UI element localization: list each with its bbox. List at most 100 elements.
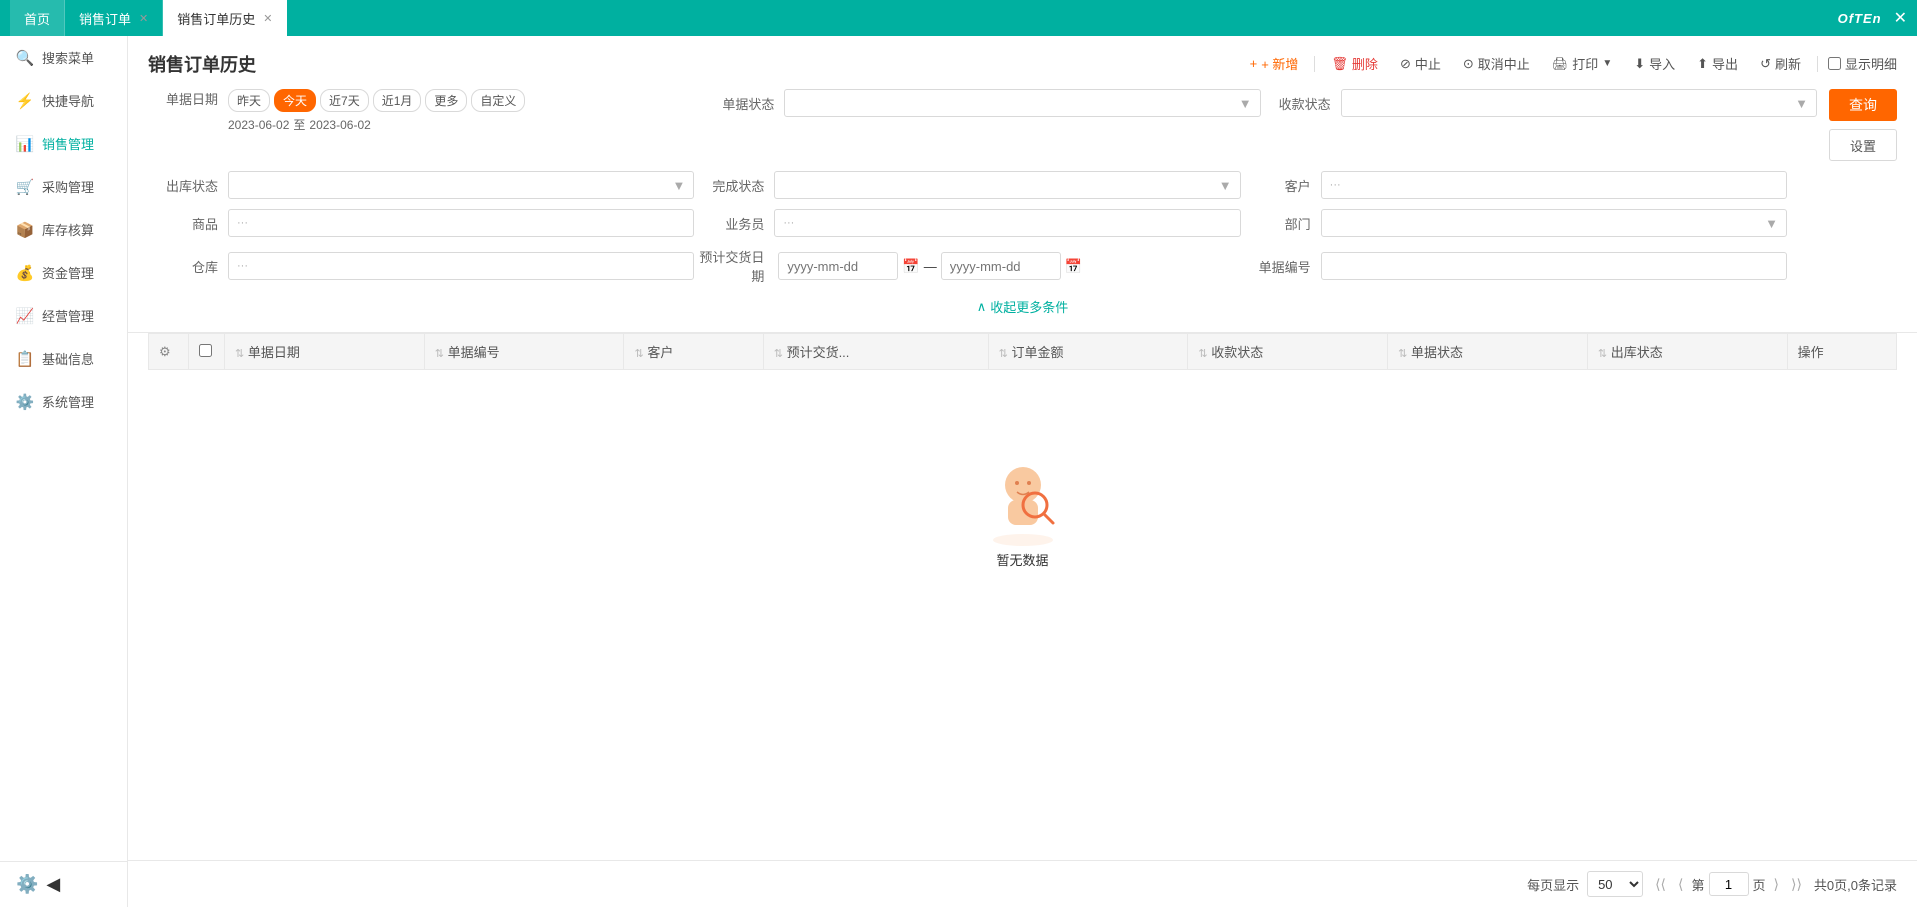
calendar-to-icon[interactable]: 📅 (1065, 258, 1082, 275)
bill-no-input[interactable] (1321, 252, 1787, 280)
collapse-row[interactable]: ∧ 收起更多条件 (148, 293, 1897, 320)
delivery-date-from[interactable] (778, 252, 898, 280)
th-bill-sort-icon: ⇅ (1398, 348, 1407, 360)
toolbar: + + 新增 🗑 删除 ⊘ 中止 ⊙ 取消中止 🖨 打 (1244, 50, 1897, 77)
th-date-label: 单据日期 (248, 345, 300, 360)
system-mgmt-icon: ⚙️ (16, 393, 34, 411)
customer-field[interactable]: ··· (1321, 171, 1787, 199)
sidebar-item-inventory[interactable]: 📦 库存核算 (0, 208, 127, 251)
cancel-stop-button[interactable]: ⊙ 取消中止 (1457, 50, 1536, 77)
export-icon: ⬆ (1697, 56, 1708, 72)
th-date[interactable]: ⇅ 单据日期 (225, 334, 425, 370)
th-settings[interactable]: ⚙ (149, 334, 189, 370)
sidebar-item-basic-info[interactable]: 📋 基础信息 (0, 337, 127, 380)
th-checkbox[interactable] (189, 334, 225, 370)
page-title: 销售订单历史 (148, 51, 256, 77)
date-tag-7days[interactable]: 近7天 (320, 89, 369, 112)
page-size-select[interactable]: 50 10 20 100 (1587, 871, 1643, 897)
tab-sales-order-label: 销售订单 (79, 9, 131, 28)
collapse-icon[interactable]: ◀ (46, 874, 60, 895)
tab-sales-order-history[interactable]: 销售订单历史 ✕ (163, 0, 287, 36)
date-tag-yesterday[interactable]: 昨天 (228, 89, 270, 112)
content-area: 销售订单历史 + + 新增 🗑 删除 ⊘ 中止 ⊙ 取消中止 (128, 36, 1917, 907)
sidebar-item-quick-nav[interactable]: ⚡ 快捷导航 (0, 79, 127, 122)
print-button[interactable]: 🖨 打印 ▼ (1546, 50, 1618, 77)
complete-status-select[interactable]: ▼ (774, 171, 1240, 199)
sidebar-item-purchase-mgmt-label: 采购管理 (42, 177, 94, 196)
th-payment-status-label: 收款状态 (1211, 345, 1263, 360)
date-tag-more[interactable]: 更多 (425, 89, 467, 112)
th-bill-status-label: 单据状态 (1411, 345, 1463, 360)
product-label: 商品 (148, 214, 228, 233)
window-close-btn[interactable]: ✕ (1894, 8, 1907, 28)
product-field[interactable]: ··· (228, 209, 694, 237)
export-button[interactable]: ⬆ 导出 (1691, 50, 1744, 77)
complete-status-dropdown-icon: ▼ (1219, 178, 1232, 193)
sidebar-item-operation-mgmt[interactable]: 📈 经营管理 (0, 294, 127, 337)
prev-page-btn[interactable]: ⟨ (1674, 874, 1687, 895)
customer-dots-icon: ··· (1330, 179, 1341, 191)
out-status-label: 出库状态 (148, 176, 228, 195)
page-number-input[interactable] (1709, 872, 1749, 896)
th-delivery[interactable]: ⇅ 预计交货... (763, 334, 988, 370)
select-all-checkbox[interactable] (199, 344, 212, 357)
collapse-label: 收起更多条件 (990, 297, 1068, 316)
sidebar-item-search-menu-label: 搜索菜单 (42, 48, 94, 67)
print-icon: 🖨 (1552, 56, 1569, 72)
date-tag-1month[interactable]: 近1月 (373, 89, 422, 112)
th-payment-sort-icon: ⇅ (1198, 348, 1207, 360)
bill-status-label: 单据状态 (704, 94, 784, 113)
sidebar-item-search-menu[interactable]: 🔍 搜索菜单 (0, 36, 127, 79)
new-label: + 新增 (1261, 54, 1298, 73)
out-status-select[interactable]: ▼ (228, 171, 694, 199)
sidebar-item-finance-mgmt[interactable]: 💰 资金管理 (0, 251, 127, 294)
payment-status-select[interactable]: ▼ (1341, 89, 1817, 117)
th-bill-no[interactable]: ⇅ 单据编号 (424, 334, 624, 370)
stop-label: 中止 (1415, 54, 1441, 73)
th-customer[interactable]: ⇅ 客户 (624, 334, 763, 370)
first-page-btn[interactable]: ⟨⟨ (1651, 874, 1670, 895)
tab-sales-order-history-close[interactable]: ✕ (263, 12, 272, 25)
th-customer-label: 客户 (647, 345, 673, 360)
sidebar-item-purchase-mgmt[interactable]: 🛒 采购管理 (0, 165, 127, 208)
import-button[interactable]: ⬇ 导入 (1628, 50, 1681, 77)
delete-button[interactable]: 🗑 删除 (1325, 50, 1384, 77)
date-tag-today[interactable]: 今天 (274, 89, 316, 112)
refresh-button[interactable]: ↺ 刷新 (1754, 50, 1807, 77)
th-payment-status[interactable]: ⇅ 收款状态 (1188, 334, 1388, 370)
search-menu-icon: 🔍 (16, 49, 34, 67)
th-bill-status[interactable]: ⇅ 单据状态 (1388, 334, 1588, 370)
last-page-btn[interactable]: ⟩⟩ (1787, 874, 1806, 895)
sidebar-item-sales-mgmt[interactable]: 📊 销售管理 (0, 122, 127, 165)
next-page-btn[interactable]: ⟩ (1770, 874, 1783, 895)
delivery-date-to[interactable] (941, 252, 1061, 280)
th-bill-no-label: 单据编号 (448, 345, 500, 360)
stop-icon: ⊘ (1400, 56, 1411, 72)
set-button[interactable]: 设置 (1829, 129, 1897, 161)
quick-nav-icon: ⚡ (16, 92, 34, 110)
display-detail-toggle[interactable]: 显示明细 (1828, 54, 1897, 73)
new-button[interactable]: + + 新增 (1244, 50, 1305, 77)
th-amount[interactable]: ⇅ 订单金额 (988, 334, 1188, 370)
department-select[interactable]: ▼ (1321, 209, 1787, 237)
warehouse-field[interactable]: ··· (228, 252, 694, 280)
display-detail-checkbox[interactable] (1828, 57, 1841, 70)
bill-status-select[interactable]: ▼ (784, 89, 1260, 117)
tab-sales-order-close[interactable]: ✕ (139, 12, 148, 25)
brand-label: OfTEn (1838, 11, 1882, 26)
th-out-status[interactable]: ⇅ 出库状态 (1587, 334, 1787, 370)
tab-sales-order[interactable]: 销售订单 ✕ (65, 0, 163, 36)
refresh-label: 刷新 (1775, 54, 1801, 73)
sidebar-bottom: ⚙️ ◀ (0, 861, 127, 907)
tab-home[interactable]: 首页 (10, 0, 65, 36)
table-settings-icon[interactable]: ⚙ (159, 344, 171, 359)
query-button[interactable]: 查询 (1829, 89, 1897, 121)
sidebar-item-system-mgmt[interactable]: ⚙️ 系统管理 (0, 380, 127, 423)
cancel-stop-label: 取消中止 (1478, 54, 1530, 73)
stop-button[interactable]: ⊘ 中止 (1394, 50, 1447, 77)
settings-icon[interactable]: ⚙️ (16, 874, 38, 895)
salesperson-field[interactable]: ··· (774, 209, 1240, 237)
date-tag-custom[interactable]: 自定义 (471, 89, 525, 112)
page-size-label: 每页显示 (1527, 875, 1579, 894)
calendar-from-icon[interactable]: 📅 (902, 258, 919, 275)
